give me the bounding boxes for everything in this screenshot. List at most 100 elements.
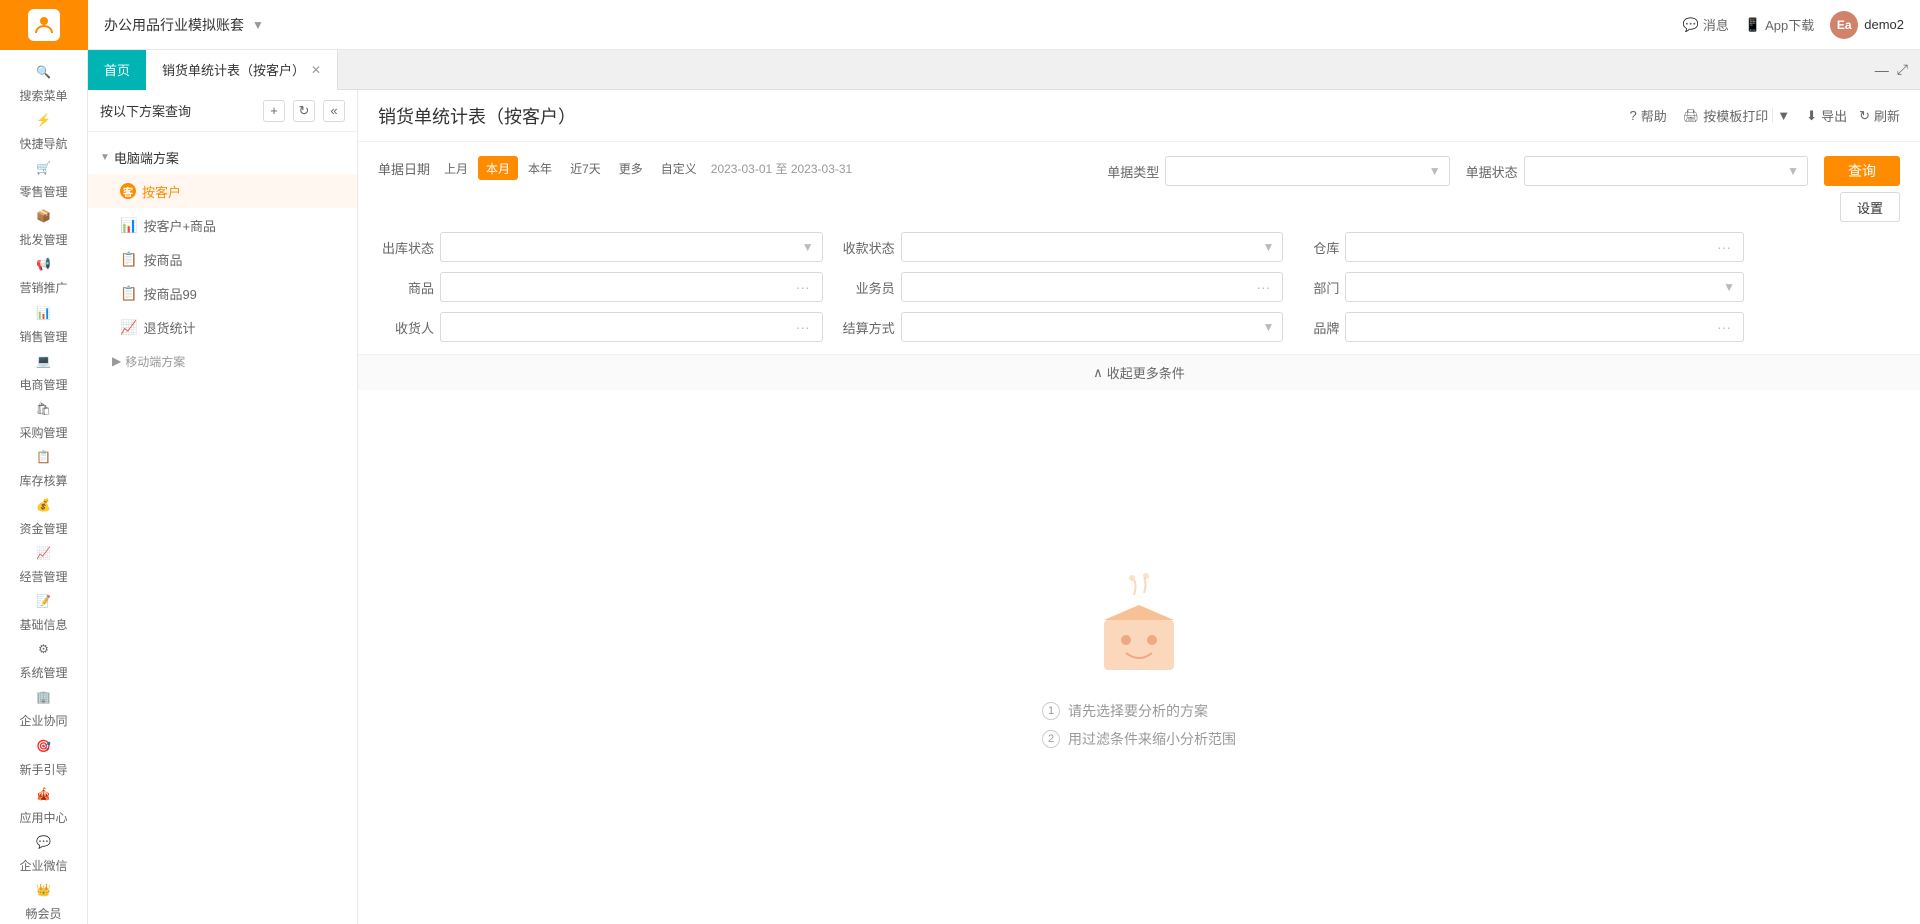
collapse-icon: « xyxy=(330,103,337,118)
message-icon: 💬 xyxy=(1683,17,1699,33)
product-dotdot-icon: ··· xyxy=(792,279,814,295)
scheme-item-return-stat[interactable]: 📈 退货统计 xyxy=(88,310,357,344)
template-print-button[interactable]: 🖨 按模板打印 ▼ xyxy=(1679,106,1794,125)
sidebar-item-marketing[interactable]: 📢 营销推广 xyxy=(0,250,87,298)
pay-status-select[interactable]: ▼ xyxy=(901,232,1284,262)
template-print-main[interactable]: 🖨 按模板打印 xyxy=(1679,106,1773,125)
sidebar-item-finance[interactable]: 💰 资金管理 xyxy=(0,491,87,539)
sidebar-item-newbie[interactable]: 🎯 新手引导 xyxy=(0,732,87,780)
scheme-group-mobile-label: 移动端方案 xyxy=(125,353,185,370)
export-button[interactable]: ⬇ 导出 xyxy=(1806,106,1847,125)
recipient-input[interactable]: ··· xyxy=(440,312,823,342)
sidebar-item-ecommerce[interactable]: 💻 电商管理 xyxy=(0,347,87,395)
sidebar-item-label: 应用中心 xyxy=(19,809,67,826)
date-range-text: 2023-03-01 至 2023-03-31 xyxy=(711,160,852,177)
payment-select[interactable]: ▼ xyxy=(901,312,1284,342)
doc-type-label: 单据类型 xyxy=(1107,162,1159,181)
tab-sales-stat[interactable]: 销货单统计表（按客户） ✕ xyxy=(146,50,338,90)
out-status-label: 出库状态 xyxy=(378,238,434,257)
home-label: 首页 xyxy=(104,60,130,79)
out-status-select[interactable]: ▼ xyxy=(440,232,823,262)
scheme-group-desktop-header[interactable]: ▼ 电脑端方案 xyxy=(88,140,357,174)
settings-button[interactable]: 设置 xyxy=(1840,192,1900,222)
collapse-conditions-button[interactable]: ∧ 收起更多条件 xyxy=(358,354,1920,390)
sidebar-item-basic[interactable]: 📝 基础信息 xyxy=(0,587,87,635)
shortcut-custom[interactable]: 自定义 xyxy=(653,156,705,180)
user-area[interactable]: Ea demo2 xyxy=(1830,11,1904,39)
empty-illustration xyxy=(1079,565,1199,685)
scheme-item-by-product-label: 按商品 xyxy=(143,250,182,269)
minimize-icon[interactable]: — xyxy=(1875,62,1889,78)
empty-hints: 1 请先选择要分析的方案 2 用过滤条件来缩小分析范围 xyxy=(1042,701,1236,749)
tab-home[interactable]: 首页 xyxy=(88,50,146,90)
doc-status-select[interactable]: ▼ xyxy=(1524,156,1808,186)
product-input[interactable]: ··· xyxy=(440,272,823,302)
system-dropdown-arrow[interactable]: ▼ xyxy=(252,18,264,32)
refresh-button[interactable]: ↻ 刷新 xyxy=(1859,106,1900,125)
right-panel: 销货单统计表（按客户） ? 帮助 🖨 按模板打印 ▼ ⬇ xyxy=(358,90,1920,924)
sidebar-item-system[interactable]: ⚙ 系统管理 xyxy=(0,635,87,683)
wholesale-icon: 📦 xyxy=(32,204,56,228)
warehouse-label: 仓库 xyxy=(1299,238,1339,257)
basic-icon: 📝 xyxy=(32,589,56,613)
query-button[interactable]: 查询 xyxy=(1824,156,1900,186)
app-download-button[interactable]: 📱 App下载 xyxy=(1745,15,1814,34)
newbie-icon: 🎯 xyxy=(32,734,56,758)
template-print-arrow[interactable]: ▼ xyxy=(1772,108,1794,123)
refresh-scheme-button[interactable]: ↻ xyxy=(293,100,315,122)
sidebar-item-wholesale[interactable]: 📦 批发管理 xyxy=(0,202,87,250)
maximize-icon[interactable]: ⤢ xyxy=(1897,61,1908,78)
sidebar-item-purchase[interactable]: 🛍 采购管理 xyxy=(0,395,87,443)
shortcut-current-year[interactable]: 本年 xyxy=(520,156,560,180)
salesperson-input[interactable]: ··· xyxy=(901,272,1284,302)
header-right: 💬 消息 📱 App下载 Ea demo2 xyxy=(1683,11,1904,39)
add-icon: + xyxy=(270,103,278,118)
sidebar-item-quicknav[interactable]: ⚡ 快捷导航 xyxy=(0,106,87,154)
doc-type-select[interactable]: ▼ xyxy=(1165,156,1449,186)
header-left: 办公用品行业模拟账套 ▼ xyxy=(104,15,264,35)
message-button[interactable]: 💬 消息 xyxy=(1683,15,1729,34)
add-scheme-button[interactable]: + xyxy=(263,100,285,122)
sidebar-item-label: 电商管理 xyxy=(19,376,67,393)
brand-label: 品牌 xyxy=(1299,318,1339,337)
scheme-item-product-99[interactable]: 📋 按商品99 xyxy=(88,276,357,310)
product-icon: 📋 xyxy=(120,251,137,268)
action-buttons: 查询 设置 xyxy=(1824,156,1900,222)
sidebar-item-enterprise[interactable]: 🏢 企业协同 xyxy=(0,683,87,731)
sidebar-item-inventory[interactable]: 📋 库存核算 xyxy=(0,443,87,491)
avatar: Ea xyxy=(1830,11,1858,39)
sidebar-item-search[interactable]: 🔍 搜索菜单 xyxy=(0,58,87,106)
sidebar-item-retail[interactable]: 🛒 零售管理 xyxy=(0,154,87,202)
sidebar-item-member[interactable]: 👑 畅会员 xyxy=(0,876,87,924)
mobile-expand-arrow-icon: ▶ xyxy=(112,354,121,368)
system-title: 办公用品行业模拟账套 xyxy=(104,15,244,35)
page-title-bar: 销货单统计表（按客户） ? 帮助 🖨 按模板打印 ▼ ⬇ xyxy=(358,90,1920,142)
brand-input[interactable]: ··· xyxy=(1345,312,1744,342)
sidebar-item-operations[interactable]: 📈 经营管理 xyxy=(0,539,87,587)
enterprise-icon: 🏢 xyxy=(32,685,56,709)
scheme-item-by-customer[interactable]: 客 按客户 xyxy=(88,174,357,208)
sales-icon: 📊 xyxy=(32,301,56,325)
sidebar-item-label: 企业协同 xyxy=(19,712,67,729)
sidebar-item-wechat[interactable]: 💬 企业微信 xyxy=(0,828,87,876)
scheme-group-mobile-header[interactable]: ▶ 移动端方案 xyxy=(88,344,357,378)
tab-close-icon[interactable]: ✕ xyxy=(311,63,321,77)
scheme-item-customer-product[interactable]: 📊 按客户+商品 xyxy=(88,208,357,242)
shortcut-last-7days[interactable]: 近7天 xyxy=(562,156,609,180)
collapse-panel-button[interactable]: « xyxy=(323,100,345,122)
scheme-item-by-product[interactable]: 📋 按商品 xyxy=(88,242,357,276)
shortcut-current-month[interactable]: 本月 xyxy=(478,156,518,180)
department-select[interactable]: ▼ xyxy=(1345,272,1744,302)
help-button[interactable]: ? 帮助 xyxy=(1630,106,1667,125)
sidebar-item-apps[interactable]: 🎪 应用中心 xyxy=(0,780,87,828)
help-label: 帮助 xyxy=(1641,106,1667,125)
left-panel-title: 按以下方案查询 xyxy=(100,101,255,120)
page-title: 销货单统计表（按客户） xyxy=(378,103,576,129)
sidebar-item-label: 畅会员 xyxy=(25,905,61,922)
retail-icon: 🛒 xyxy=(32,156,56,180)
shortcut-more[interactable]: 更多 xyxy=(611,156,651,180)
sidebar-item-sales[interactable]: 📊 销售管理 xyxy=(0,299,87,347)
shortcut-prev-month[interactable]: 上月 xyxy=(436,156,476,180)
warehouse-input[interactable]: ··· xyxy=(1345,232,1744,262)
print-icon: 🖨 xyxy=(1683,108,1700,124)
